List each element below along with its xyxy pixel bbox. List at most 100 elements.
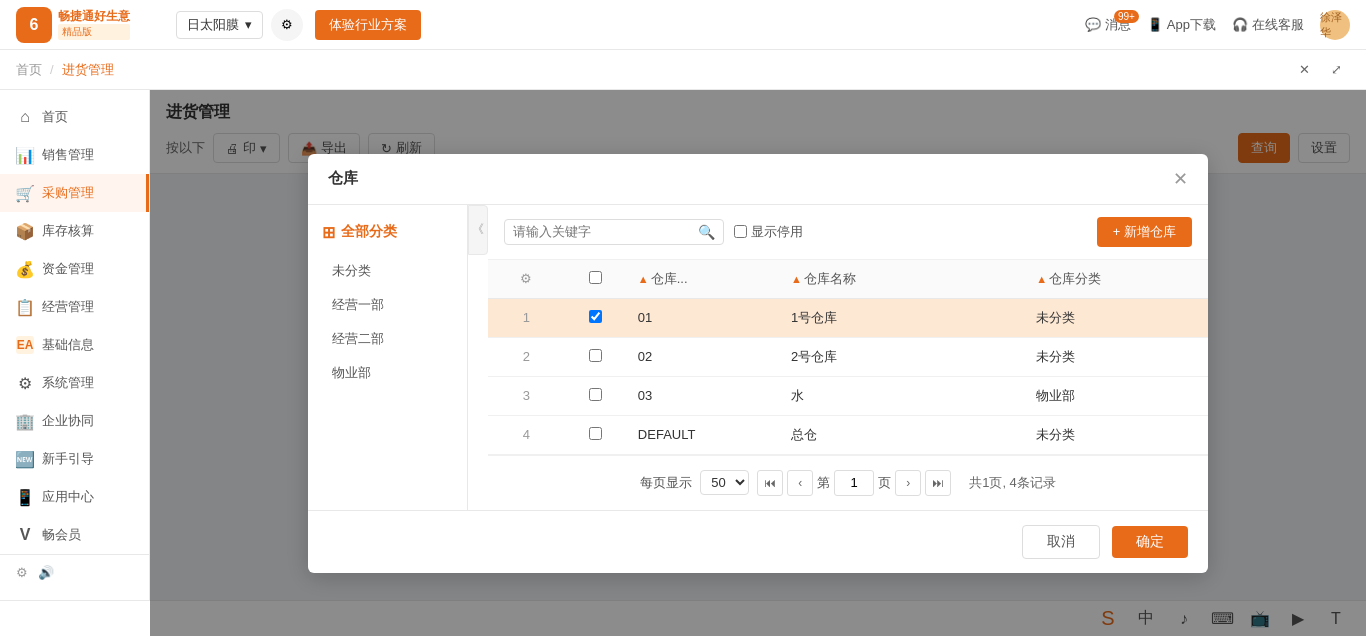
modal-category-property[interactable]: 物业部 bbox=[308, 356, 467, 390]
cart-icon: 🛒 bbox=[16, 184, 34, 202]
row-code: 03 bbox=[626, 376, 779, 415]
sidebar-item-finance[interactable]: 💰 资金管理 bbox=[0, 250, 149, 288]
ea-icon: EA bbox=[16, 336, 34, 354]
sort-icon-cat: ▲ bbox=[1036, 273, 1047, 285]
table-row[interactable]: 1 01 1号仓库 未分类 bbox=[488, 298, 1208, 337]
notification-btn[interactable]: 💬 消息 99+ bbox=[1085, 16, 1131, 34]
app-download-btn[interactable]: 📱 App下载 bbox=[1147, 16, 1216, 34]
row-num: 2 bbox=[488, 337, 565, 376]
modal-category-uncategorized[interactable]: 未分类 bbox=[308, 254, 467, 288]
cancel-btn[interactable]: 取消 bbox=[1022, 525, 1100, 559]
grid-icon: ⊞ bbox=[322, 223, 335, 242]
breadcrumb-current: 进货管理 bbox=[62, 61, 114, 79]
modal-main: 🔍 显示停用 + 新增仓库 bbox=[488, 205, 1208, 510]
row-checkbox[interactable] bbox=[589, 388, 602, 401]
th-category[interactable]: ▲ 仓库分类 bbox=[1024, 260, 1208, 299]
row-code: DEFAULT bbox=[626, 415, 779, 454]
sidebar-collapse-btn[interactable]: 《 bbox=[468, 205, 488, 255]
modal-sidebar: ⊞ 全部分类 未分类 经营一部 经营二部 物业部 bbox=[308, 205, 468, 510]
row-checkbox[interactable] bbox=[589, 427, 602, 440]
chart-icon: 📊 bbox=[16, 146, 34, 164]
sidebar-item-basic-info[interactable]: EA 基础信息 bbox=[0, 326, 149, 364]
modal-category-ops1[interactable]: 经营一部 bbox=[308, 288, 467, 322]
logo-text: 畅捷通好生意 精品版 bbox=[58, 9, 130, 41]
per-page-label: 每页显示 bbox=[640, 474, 692, 492]
confirm-btn[interactable]: 确定 bbox=[1112, 526, 1188, 558]
sidebar: ⌂ 首页 📊 销售管理 🛒 采购管理 📦 库存核算 💰 资金管理 📋 经营管理 … bbox=[0, 90, 150, 636]
search-input[interactable] bbox=[513, 224, 698, 239]
th-code[interactable]: ▲ 仓库... bbox=[626, 260, 779, 299]
prev-page-btn[interactable]: ‹ bbox=[787, 470, 813, 496]
volume-icon[interactable]: 🔊 bbox=[38, 565, 54, 580]
sidebar-item-purchase[interactable]: 🛒 采购管理 bbox=[0, 174, 149, 212]
add-warehouse-btn[interactable]: + 新增仓库 bbox=[1097, 217, 1192, 247]
top-header: 6 畅捷通好生意 精品版 日太阳膜 ▾ ⚙ 体验行业方案 💬 消息 99+ 📱 … bbox=[0, 0, 1366, 50]
enterprise-icon: 🏢 bbox=[16, 412, 34, 430]
show-disabled-checkbox-label[interactable]: 显示停用 bbox=[734, 223, 803, 241]
row-checkbox[interactable] bbox=[589, 349, 602, 362]
th-gear: ⚙ bbox=[488, 260, 565, 299]
sidebar-item-system[interactable]: ⚙ 系统管理 bbox=[0, 364, 149, 402]
store-selector[interactable]: 日太阳膜 ▾ bbox=[176, 11, 263, 39]
sidebar-item-member[interactable]: V 畅会员 bbox=[0, 516, 149, 554]
warehouse-table: ⚙ ▲ 仓库... bbox=[488, 260, 1208, 455]
modal-pagination: 每页显示 50 ⏮ ‹ 第 页 › ⏭ bbox=[488, 455, 1208, 510]
page-input[interactable] bbox=[834, 470, 874, 496]
search-icon[interactable]: 🔍 bbox=[698, 224, 715, 240]
modal-close-btn[interactable]: ✕ bbox=[1173, 168, 1188, 190]
newbie-icon: 🆕 bbox=[16, 450, 34, 468]
modal-category-ops2[interactable]: 经营二部 bbox=[308, 322, 467, 356]
table-row[interactable]: 2 02 2号仓库 未分类 bbox=[488, 337, 1208, 376]
modal-header: 仓库 ✕ bbox=[308, 154, 1208, 205]
sidebar-item-sales[interactable]: 📊 销售管理 bbox=[0, 136, 149, 174]
close-tab-btn[interactable]: ✕ bbox=[1290, 56, 1318, 84]
sidebar-item-home[interactable]: ⌂ 首页 bbox=[0, 98, 149, 136]
headset-icon: 🎧 bbox=[1232, 17, 1248, 32]
show-disabled-checkbox[interactable] bbox=[734, 225, 747, 238]
th-check bbox=[565, 260, 626, 299]
box-icon: 📦 bbox=[16, 222, 34, 240]
sidebar-item-enterprise[interactable]: 🏢 企业协同 bbox=[0, 402, 149, 440]
main-layout: ⌂ 首页 📊 销售管理 🛒 采购管理 📦 库存核算 💰 资金管理 📋 经营管理 … bbox=[0, 90, 1366, 636]
modal-category-all[interactable]: ⊞ 全部分类 bbox=[308, 215, 467, 254]
row-checkbox-cell bbox=[565, 376, 626, 415]
modal-table-wrap: ⚙ ▲ 仓库... bbox=[488, 260, 1208, 455]
breadcrumb-home[interactable]: 首页 bbox=[16, 61, 42, 79]
chevron-down-icon: ▾ bbox=[245, 17, 252, 32]
table-row[interactable]: 3 03 水 物业部 bbox=[488, 376, 1208, 415]
mobile-icon: 📱 bbox=[1147, 17, 1163, 32]
bell-icon: 💬 bbox=[1085, 17, 1101, 32]
avatar: 徐泽华 bbox=[1320, 10, 1350, 40]
sidebar-bottom: ⚙ 🔊 bbox=[0, 554, 149, 590]
money-icon: 💰 bbox=[16, 260, 34, 278]
sidebar-item-operations[interactable]: 📋 经营管理 bbox=[0, 288, 149, 326]
row-checkbox-cell bbox=[565, 415, 626, 454]
table-row[interactable]: 4 DEFAULT 总仓 未分类 bbox=[488, 415, 1208, 454]
per-page-select[interactable]: 50 bbox=[700, 470, 749, 495]
modal-footer: 取消 确定 bbox=[308, 510, 1208, 573]
next-page-btn[interactable]: › bbox=[895, 470, 921, 496]
select-all-checkbox[interactable] bbox=[589, 271, 602, 284]
user-menu[interactable]: 徐泽华 bbox=[1320, 10, 1350, 40]
main-content: 进货管理 按以下 🖨 印 ▾ 📤 导出 ↻ 刷新 查询 设置 bbox=[150, 90, 1366, 636]
online-service-btn[interactable]: 🎧 在线客服 bbox=[1232, 16, 1304, 34]
expand-btn[interactable]: ⤢ bbox=[1322, 56, 1350, 84]
sidebar-item-newbie[interactable]: 🆕 新手引导 bbox=[0, 440, 149, 478]
th-name[interactable]: ▲ 仓库名称 bbox=[779, 260, 1024, 299]
row-code: 02 bbox=[626, 337, 779, 376]
row-checkbox[interactable] bbox=[589, 310, 602, 323]
header-right: 💬 消息 99+ 📱 App下载 🎧 在线客服 徐泽华 bbox=[1085, 10, 1350, 40]
row-name: 2号仓库 bbox=[779, 337, 1024, 376]
sidebar-item-inventory[interactable]: 📦 库存核算 bbox=[0, 212, 149, 250]
clipboard-icon: 📋 bbox=[16, 298, 34, 316]
row-name: 1号仓库 bbox=[779, 298, 1024, 337]
sidebar-item-apps[interactable]: 📱 应用中心 bbox=[0, 478, 149, 516]
settings-icon[interactable]: ⚙ bbox=[271, 9, 303, 41]
settings-bottom-icon[interactable]: ⚙ bbox=[16, 565, 28, 580]
first-page-btn[interactable]: ⏮ bbox=[757, 470, 783, 496]
row-num: 4 bbox=[488, 415, 565, 454]
sub-header: 首页 / 进货管理 ✕ ⤢ bbox=[0, 50, 1366, 90]
trial-btn[interactable]: 体验行业方案 bbox=[315, 10, 421, 40]
last-page-btn[interactable]: ⏭ bbox=[925, 470, 951, 496]
apps-icon: 📱 bbox=[16, 488, 34, 506]
